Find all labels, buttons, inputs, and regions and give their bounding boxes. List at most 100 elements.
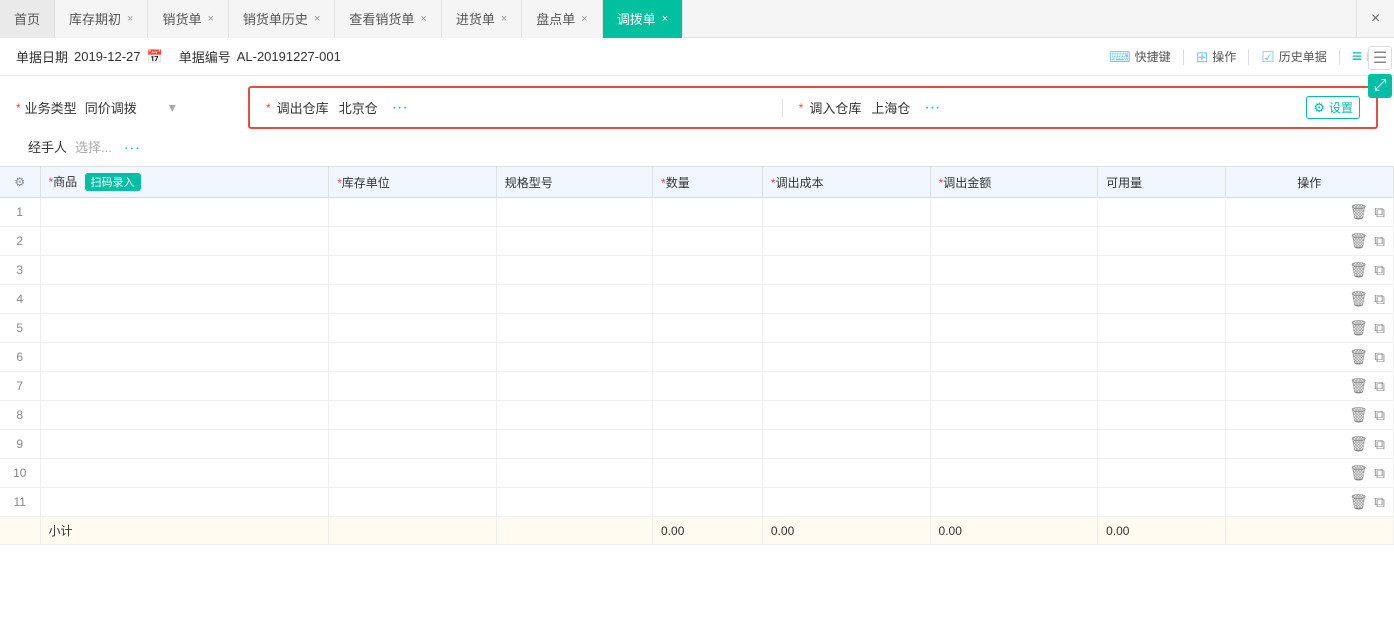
cell-qty[interactable] xyxy=(653,401,763,430)
cell-product[interactable] xyxy=(40,343,329,372)
copy-row-btn[interactable]: ⧉ xyxy=(1374,320,1385,337)
cell-cost[interactable] xyxy=(762,488,930,517)
cell-unit[interactable] xyxy=(329,285,497,314)
cell-qty[interactable] xyxy=(653,198,763,227)
tab-close-sales-order[interactable]: × xyxy=(207,13,213,25)
cell-product[interactable] xyxy=(40,430,329,459)
tab-close-purchase[interactable]: × xyxy=(501,13,507,25)
cell-amount[interactable] xyxy=(930,285,1098,314)
tab-close-view-sales[interactable]: × xyxy=(420,13,426,25)
cell-product[interactable] xyxy=(40,401,329,430)
tab-sales-history[interactable]: 销货单历史 × xyxy=(229,0,335,38)
cell-spec[interactable] xyxy=(496,256,652,285)
cell-spec[interactable] xyxy=(496,401,652,430)
cell-qty[interactable] xyxy=(653,314,763,343)
cell-amount[interactable] xyxy=(930,314,1098,343)
tab-transfer[interactable]: 调拨单 × xyxy=(603,0,683,38)
delete-row-btn[interactable]: 🗑 xyxy=(1349,493,1368,511)
delete-row-btn[interactable]: 🗑 xyxy=(1349,406,1368,424)
cell-qty[interactable] xyxy=(653,227,763,256)
cell-spec[interactable] xyxy=(496,488,652,517)
cell-product[interactable] xyxy=(40,372,329,401)
copy-row-btn[interactable]: ⧉ xyxy=(1374,378,1385,395)
cell-unit[interactable] xyxy=(329,256,497,285)
cell-spec[interactable] xyxy=(496,227,652,256)
delete-row-btn[interactable]: 🗑 xyxy=(1349,203,1368,221)
tab-close-init-stock[interactable]: × xyxy=(127,13,133,25)
shortcuts-btn[interactable]: ⌨ 快捷键 xyxy=(1109,48,1171,66)
cell-qty[interactable] xyxy=(653,256,763,285)
cell-cost[interactable] xyxy=(762,256,930,285)
delete-row-btn[interactable]: 🗑 xyxy=(1349,261,1368,279)
warehouse-in-more[interactable]: ··· xyxy=(924,99,940,117)
cell-unit[interactable] xyxy=(329,488,497,517)
cell-cost[interactable] xyxy=(762,401,930,430)
cell-unit[interactable] xyxy=(329,198,497,227)
copy-row-btn[interactable]: ⧉ xyxy=(1374,494,1385,511)
cell-spec[interactable] xyxy=(496,198,652,227)
cell-cost[interactable] xyxy=(762,314,930,343)
tab-close-transfer[interactable]: × xyxy=(662,13,668,25)
tab-init-stock[interactable]: 库存期初 × xyxy=(55,0,148,38)
sidebar-expand-icon[interactable]: ⤢ xyxy=(1368,74,1392,98)
tab-close-inventory[interactable]: × xyxy=(581,13,587,25)
scan-button[interactable]: 扫码录入 xyxy=(85,173,141,191)
cell-qty[interactable] xyxy=(653,343,763,372)
tab-home[interactable]: 首页 xyxy=(0,0,55,38)
tab-purchase[interactable]: 进货单 × xyxy=(442,0,522,38)
copy-row-btn[interactable]: ⧉ xyxy=(1374,407,1385,424)
settings-btn[interactable]: ⚙ 设置 xyxy=(1306,96,1360,119)
cell-amount[interactable] xyxy=(930,401,1098,430)
cell-cost[interactable] xyxy=(762,430,930,459)
operator-more[interactable]: ··· xyxy=(124,139,141,155)
delete-row-btn[interactable]: 🗑 xyxy=(1349,319,1368,337)
delete-row-btn[interactable]: 🗑 xyxy=(1349,232,1368,250)
cell-unit[interactable] xyxy=(329,372,497,401)
tab-view-sales[interactable]: 查看销货单 × xyxy=(335,0,441,38)
copy-row-btn[interactable]: ⧉ xyxy=(1374,262,1385,279)
delete-row-btn[interactable]: 🗑 xyxy=(1349,377,1368,395)
copy-row-btn[interactable]: ⧉ xyxy=(1374,465,1385,482)
cell-spec[interactable] xyxy=(496,372,652,401)
cell-qty[interactable] xyxy=(653,372,763,401)
cell-spec[interactable] xyxy=(496,430,652,459)
cell-unit[interactable] xyxy=(329,227,497,256)
cell-cost[interactable] xyxy=(762,343,930,372)
warehouse-out-more[interactable]: ··· xyxy=(392,99,408,117)
tab-inventory[interactable]: 盘点单 × xyxy=(522,0,602,38)
cell-spec[interactable] xyxy=(496,343,652,372)
tab-sales-order[interactable]: 销货单 × xyxy=(148,0,228,38)
copy-row-btn[interactable]: ⧉ xyxy=(1374,436,1385,453)
cell-cost[interactable] xyxy=(762,198,930,227)
cell-amount[interactable] xyxy=(930,372,1098,401)
sidebar-list-icon[interactable]: ☰ xyxy=(1368,46,1392,70)
business-type-dropdown[interactable]: ▾ xyxy=(169,99,176,116)
cell-qty[interactable] xyxy=(653,285,763,314)
cell-unit[interactable] xyxy=(329,314,497,343)
window-close-btn[interactable]: × xyxy=(1356,0,1394,38)
cell-qty[interactable] xyxy=(653,459,763,488)
cell-cost[interactable] xyxy=(762,285,930,314)
cell-cost[interactable] xyxy=(762,227,930,256)
delete-row-btn[interactable]: 🗑 xyxy=(1349,435,1368,453)
cell-amount[interactable] xyxy=(930,256,1098,285)
cell-product[interactable] xyxy=(40,488,329,517)
cell-amount[interactable] xyxy=(930,198,1098,227)
copy-row-btn[interactable]: ⧉ xyxy=(1374,349,1385,366)
delete-row-btn[interactable]: 🗑 xyxy=(1349,348,1368,366)
gear-th[interactable]: ⚙ xyxy=(0,167,40,198)
cell-product[interactable] xyxy=(40,227,329,256)
cell-spec[interactable] xyxy=(496,314,652,343)
delete-row-btn[interactable]: 🗑 xyxy=(1349,290,1368,308)
cell-product[interactable] xyxy=(40,285,329,314)
cell-unit[interactable] xyxy=(329,343,497,372)
table-container[interactable]: ⚙ *商品 扫码录入 *库存单位 规格型号 *数量 *调出成本 *调出金额 可用… xyxy=(0,166,1394,634)
cell-product[interactable] xyxy=(40,459,329,488)
copy-row-btn[interactable]: ⧉ xyxy=(1374,291,1385,308)
cell-spec[interactable] xyxy=(496,285,652,314)
history-btn[interactable]: ☑ 历史单据 xyxy=(1261,48,1326,66)
cell-cost[interactable] xyxy=(762,459,930,488)
copy-row-btn[interactable]: ⧉ xyxy=(1374,233,1385,250)
delete-row-btn[interactable]: 🗑 xyxy=(1349,464,1368,482)
cell-amount[interactable] xyxy=(930,227,1098,256)
